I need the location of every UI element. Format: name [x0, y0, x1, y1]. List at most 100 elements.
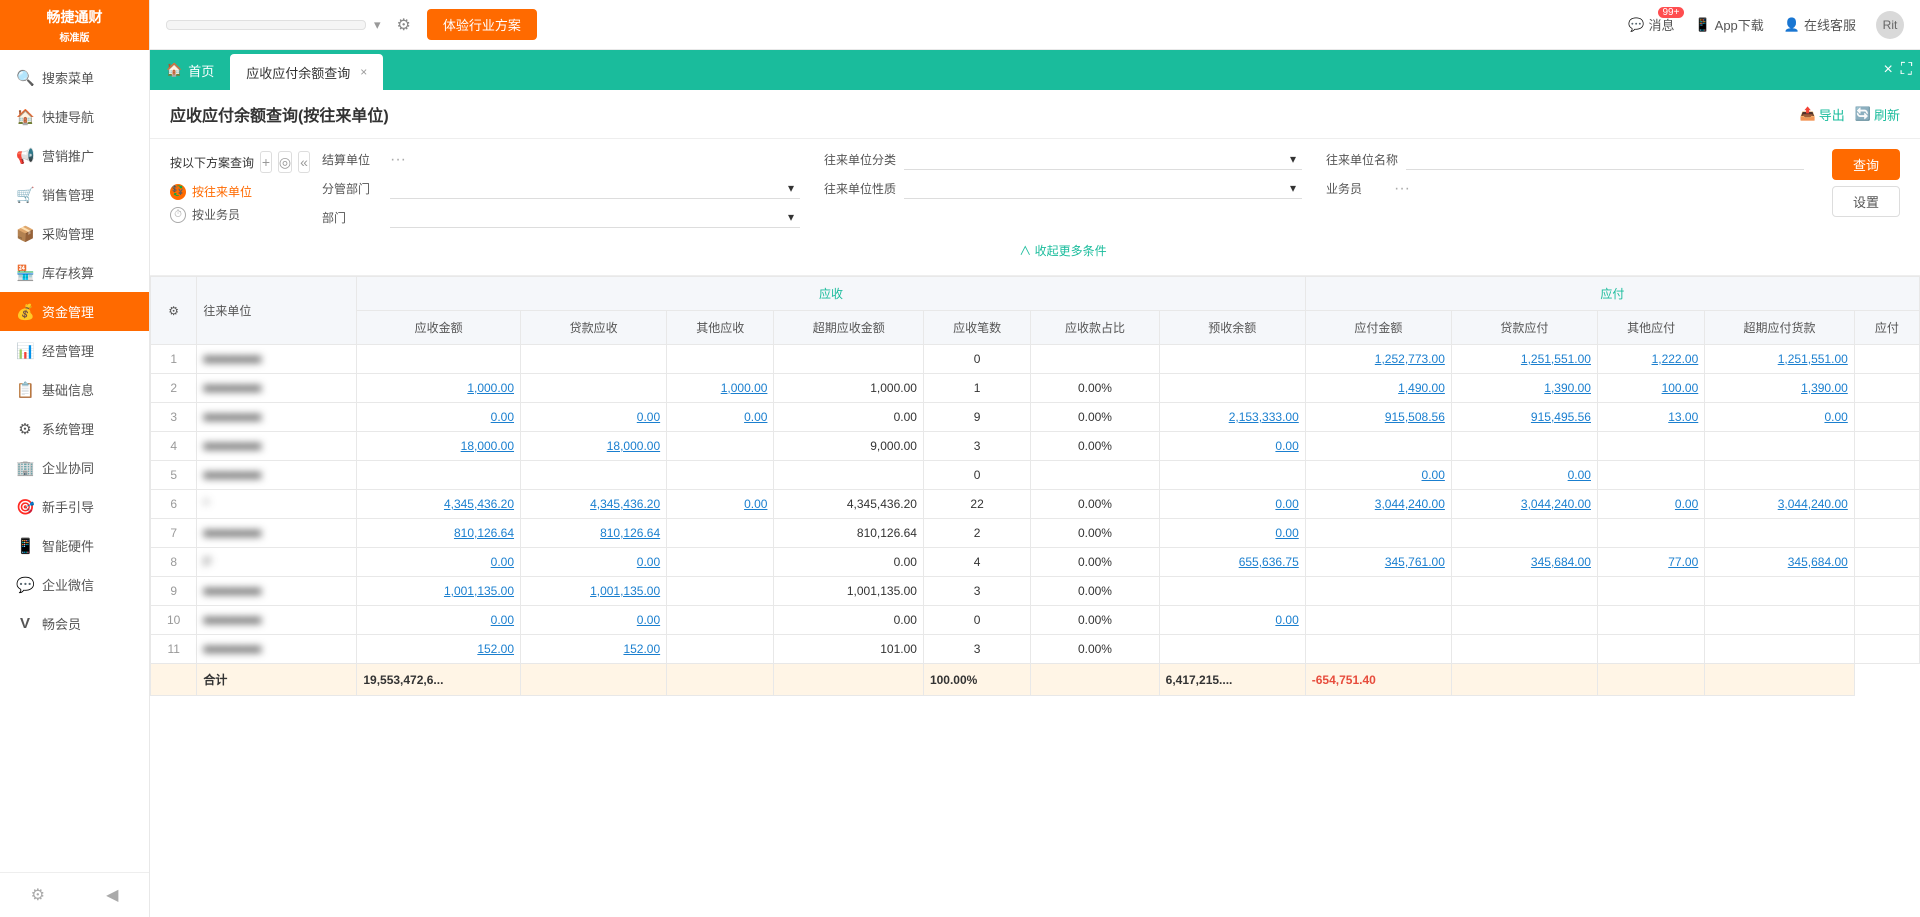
nature-select[interactable]: ▾ — [904, 178, 1302, 199]
cell-link[interactable]: 0.00 — [637, 555, 660, 569]
cell-link[interactable]: 0.00 — [1275, 526, 1298, 540]
cell-link[interactable]: 4,345,436.20 — [590, 497, 660, 511]
cell-link[interactable]: 655,636.75 — [1239, 555, 1299, 569]
cell-link[interactable]: 1,390.00 — [1801, 381, 1848, 395]
message-action[interactable]: 💬 消息 99+ — [1628, 15, 1674, 34]
user-avatar[interactable]: Rit — [1876, 11, 1904, 39]
cell-link[interactable]: 1,251,551.00 — [1521, 352, 1591, 366]
cell-link[interactable]: 915,495.56 — [1531, 410, 1591, 424]
cell-link[interactable]: 810,126.64 — [600, 526, 660, 540]
cell-link[interactable]: 3,044,240.00 — [1521, 497, 1591, 511]
cell-link[interactable]: 0.00 — [491, 613, 514, 627]
set-button[interactable]: 设置 — [1832, 186, 1900, 217]
cell-link[interactable]: 1,390.00 — [1544, 381, 1591, 395]
partner-name: ■■■■■■■■ — [203, 381, 261, 395]
sidebar-item-search[interactable]: 🔍 搜索菜单 — [0, 58, 149, 97]
cell-link[interactable]: 3,044,240.00 — [1375, 497, 1445, 511]
cell-link[interactable]: 345,684.00 — [1788, 555, 1848, 569]
filter-section-label: 按以下方案查询 — [170, 154, 254, 171]
category-select[interactable]: ▾ — [904, 149, 1302, 170]
sidebar-item-quicknav[interactable]: 🏠 快捷导航 — [0, 97, 149, 136]
tab-expand-icon[interactable]: ⛶ — [1901, 61, 1912, 79]
cell-link[interactable]: 0.00 — [1275, 613, 1298, 627]
filter-copy-button[interactable]: ◎ — [278, 151, 292, 173]
sidebar-item-finance[interactable]: 💰 资金管理 — [0, 292, 149, 331]
cell-link[interactable]: 18,000.00 — [461, 439, 514, 453]
cell-link[interactable]: 13.00 — [1668, 410, 1698, 424]
cell-link[interactable]: 3,044,240.00 — [1778, 497, 1848, 511]
tab-ar-ap[interactable]: 应收应付余额查询 × — [230, 54, 383, 90]
sidebar-item-system[interactable]: ⚙ 系统管理 — [0, 409, 149, 448]
cell-link[interactable]: 1,251,551.00 — [1778, 352, 1848, 366]
subdept-select[interactable]: ▾ — [390, 207, 800, 228]
cell-link[interactable]: 152.00 — [477, 642, 514, 656]
sidebar-item-basic[interactable]: 📋 基础信息 — [0, 370, 149, 409]
cell-link[interactable]: 100.00 — [1662, 381, 1699, 395]
cell-link[interactable]: 345,684.00 — [1531, 555, 1591, 569]
app-download-action[interactable]: 📱 App下载 — [1694, 15, 1763, 34]
collapse-footer-icon[interactable]: ◀ — [106, 885, 118, 905]
export-link[interactable]: 📤 导出 — [1800, 105, 1845, 124]
sidebar-item-marketing[interactable]: 📢 营销推广 — [0, 136, 149, 175]
cell-link[interactable]: 0.00 — [1422, 468, 1445, 482]
sidebar-item-inventory[interactable]: 🏪 库存核算 — [0, 253, 149, 292]
sidebar-item-label: 库存核算 — [42, 263, 94, 282]
cell-link[interactable]: 4,345,436.20 — [444, 497, 514, 511]
tab-close-icon[interactable]: × — [360, 65, 367, 79]
filter-option-salesperson[interactable]: ⏱ 按业务员 — [170, 206, 310, 223]
tab-close-window-icon[interactable]: × — [1883, 61, 1892, 79]
sidebar-item-enterprise[interactable]: 🏢 企业协同 — [0, 448, 149, 487]
breadcrumb-input[interactable] — [166, 20, 366, 30]
cell-link[interactable]: 1,222.00 — [1652, 352, 1699, 366]
cell-link[interactable]: 0.00 — [491, 555, 514, 569]
try-industry-button[interactable]: 体验行业方案 — [427, 9, 537, 40]
sidebar-item-member[interactable]: V 畅会员 — [0, 604, 149, 643]
cell-link[interactable]: 0.00 — [1275, 439, 1298, 453]
cell-link[interactable]: 810,126.64 — [454, 526, 514, 540]
sidebar-item-operation[interactable]: 📊 经营管理 — [0, 331, 149, 370]
cell-link[interactable]: 18,000.00 — [607, 439, 660, 453]
sidebar-item-wechat[interactable]: 💬 企业微信 — [0, 565, 149, 604]
cell-link[interactable]: 77.00 — [1668, 555, 1698, 569]
cell-link[interactable]: 0.00 — [491, 410, 514, 424]
cell-link[interactable]: 0.00 — [637, 613, 660, 627]
partnername-input[interactable] — [1406, 149, 1804, 170]
table-row: 9■■■■■■■■1,001,135.001,001,135.001,001,1… — [151, 577, 1920, 606]
cell-link[interactable]: 0.00 — [1568, 468, 1591, 482]
refresh-link[interactable]: 🔄 刷新 — [1855, 105, 1900, 124]
cell-link[interactable]: 1,001,135.00 — [444, 584, 514, 598]
cell-link[interactable]: 0.00 — [637, 410, 660, 424]
tab-home[interactable]: 🏠 首页 — [150, 50, 230, 90]
cell-link[interactable]: 2,153,333.00 — [1229, 410, 1299, 424]
cell-link[interactable]: 0.00 — [744, 410, 767, 424]
cell-link[interactable]: 1,000.00 — [721, 381, 768, 395]
online-service-action[interactable]: 👤 在线客服 — [1784, 15, 1856, 34]
cell-link[interactable]: 152.00 — [623, 642, 660, 656]
sidebar-item-purchase[interactable]: 📦 采购管理 — [0, 214, 149, 253]
col-settings[interactable]: ⚙ — [151, 277, 197, 345]
query-button[interactable]: 查询 — [1832, 149, 1900, 180]
collapse-button[interactable]: ∧ 收起更多条件 — [322, 236, 1804, 265]
dept-select[interactable]: ▾ — [390, 178, 800, 199]
filter-option-partner[interactable]: 💱 按往来单位 — [170, 183, 310, 200]
cell-link[interactable]: 1,000.00 — [467, 381, 514, 395]
sidebar-item-sales[interactable]: 🛒 销售管理 — [0, 175, 149, 214]
cell-link[interactable]: 345,761.00 — [1385, 555, 1445, 569]
sidebar-item-guide[interactable]: 🎯 新手引导 — [0, 487, 149, 526]
cell-link[interactable]: 0.00 — [1275, 497, 1298, 511]
settings-footer-icon[interactable]: ⚙ — [31, 885, 45, 905]
filter-back-button[interactable]: « — [298, 151, 310, 173]
cell-link[interactable]: 0.00 — [1824, 410, 1847, 424]
filter-add-button[interactable]: + — [260, 151, 272, 173]
partner-name: ■■■■■■■■ — [203, 613, 261, 627]
cell-link[interactable]: 0.00 — [1675, 497, 1698, 511]
header-gear-icon[interactable]: ⚙ — [393, 11, 415, 39]
cell-link[interactable]: 1,490.00 — [1398, 381, 1445, 395]
partner-name: ■■■■■■■■ — [203, 642, 261, 656]
table-row: 10■■■■■■■■0.000.000.0000.00%0.00 — [151, 606, 1920, 635]
cell-link[interactable]: 1,252,773.00 — [1375, 352, 1445, 366]
sidebar-item-smart[interactable]: 📱 智能硬件 — [0, 526, 149, 565]
cell-link[interactable]: 0.00 — [744, 497, 767, 511]
cell-link[interactable]: 915,508.56 — [1385, 410, 1445, 424]
cell-link[interactable]: 1,001,135.00 — [590, 584, 660, 598]
